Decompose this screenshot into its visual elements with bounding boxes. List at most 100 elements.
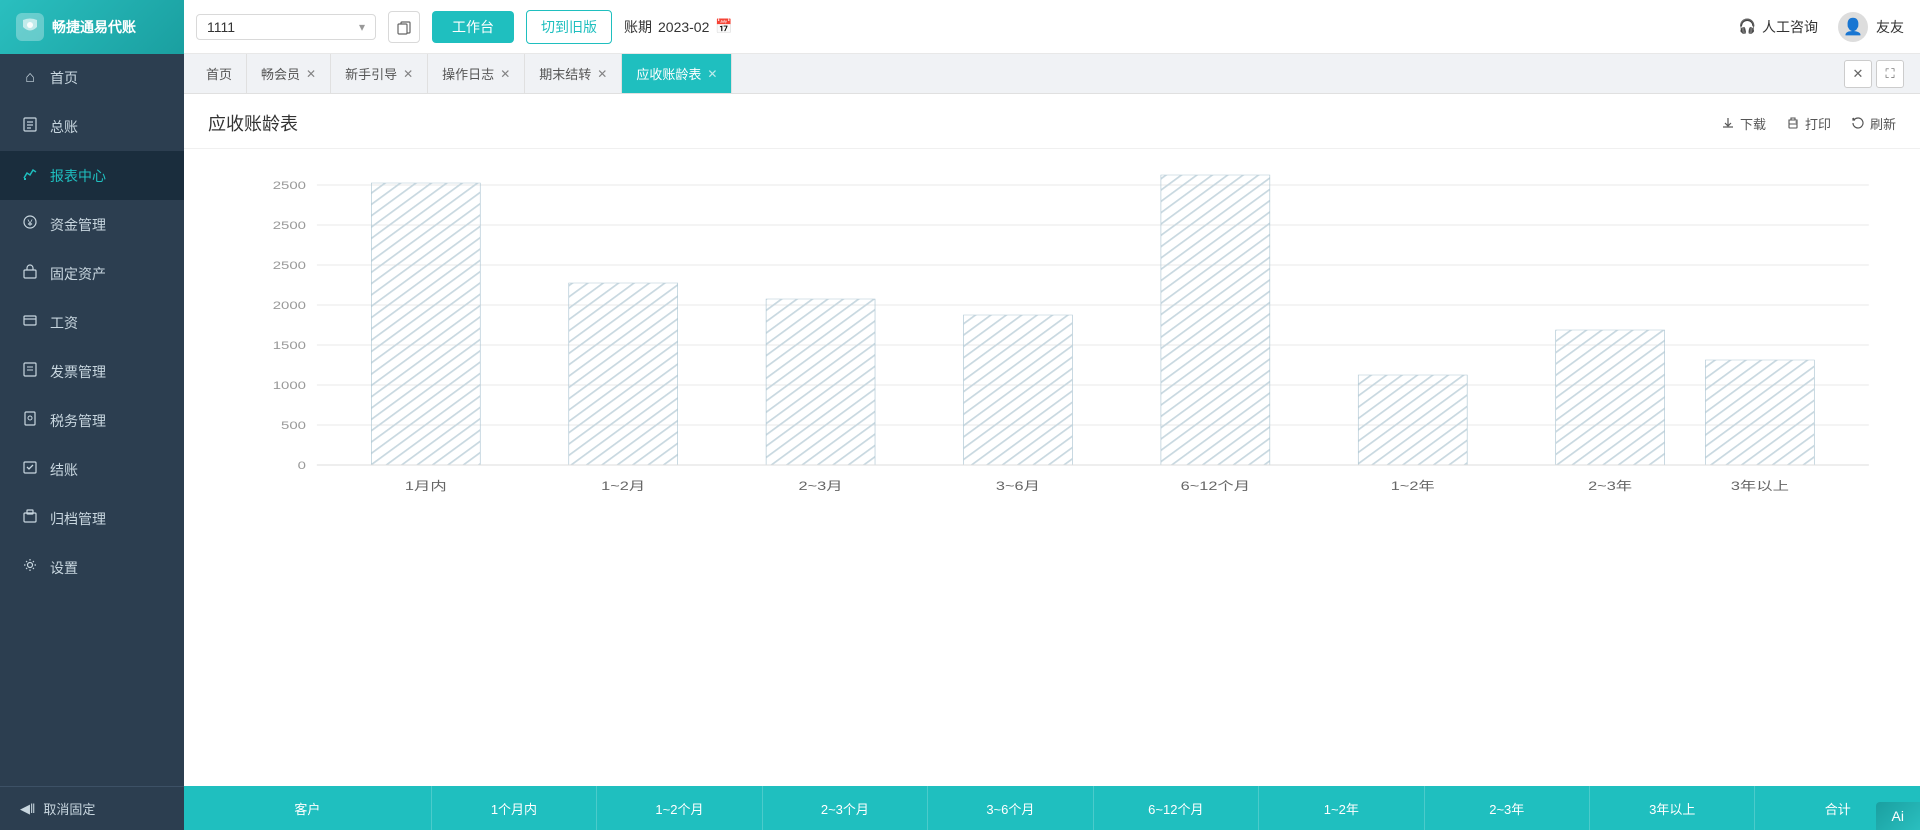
col-3-6month: 3~6个月	[928, 786, 1093, 830]
page-actions: 下载 打印	[1721, 114, 1896, 133]
svg-text:3年以上: 3年以上	[1731, 479, 1789, 493]
col-customer: 客户	[184, 786, 432, 830]
chart-area: 2500 2500 2500 2000 1500 1000 500 0	[184, 149, 1920, 786]
sidebar-item-home[interactable]: ⌂ 首页	[0, 54, 184, 102]
switch-button[interactable]: 切到旧版	[526, 10, 612, 44]
period-value: 2023-02	[658, 19, 709, 35]
sidebar-item-settings[interactable]: 设置	[0, 543, 184, 592]
sidebar-label-home: 首页	[50, 68, 78, 88]
chevron-down-icon: ▾	[359, 20, 365, 34]
svg-text:1~2月: 1~2月	[601, 480, 645, 493]
svg-text:6~12个月: 6~12个月	[1181, 479, 1250, 493]
svg-text:0: 0	[298, 459, 306, 472]
assets-icon	[20, 263, 40, 284]
download-button[interactable]: 下载	[1721, 114, 1766, 133]
top-header: 畅捷通易代账 1111 ▾ 工作台 切到旧版 账期 2023-02 📅 🎧 人工…	[0, 0, 1920, 54]
sidebar-label-checkout: 结账	[50, 460, 78, 480]
user-area[interactable]: 👤 友友	[1838, 12, 1904, 42]
page-title: 应收账龄表	[208, 110, 298, 136]
svg-text:500: 500	[281, 419, 306, 432]
settings-icon	[20, 557, 40, 578]
period-area: 账期 2023-02 📅	[624, 17, 733, 37]
sidebar-scroll: ⌂ 首页 总账	[0, 54, 184, 786]
invoice-icon	[20, 361, 40, 382]
company-name: 1111	[207, 19, 351, 35]
sidebar-item-ledger[interactable]: 总账	[0, 102, 184, 151]
calendar-icon[interactable]: 📅	[715, 18, 732, 35]
tab-guide-close[interactable]: ✕	[403, 68, 413, 80]
tab-home-label: 首页	[206, 64, 232, 83]
print-label: 打印	[1805, 114, 1831, 133]
tab-log[interactable]: 操作日志 ✕	[428, 54, 525, 93]
svg-text:¥: ¥	[26, 218, 33, 228]
col-1-2month: 1~2个月	[597, 786, 762, 830]
copy-button[interactable]	[388, 11, 420, 43]
tab-member-close[interactable]: ✕	[306, 68, 316, 80]
tab-period-end-label: 期末结转	[539, 64, 591, 83]
svg-text:1~2年: 1~2年	[1391, 479, 1435, 493]
user-name: 友友	[1876, 17, 1904, 37]
download-label: 下载	[1740, 114, 1766, 133]
svg-text:2~3月: 2~3月	[799, 480, 843, 493]
consult-area[interactable]: 🎧 人工咨询	[1739, 17, 1818, 37]
print-button[interactable]: 打印	[1786, 114, 1831, 133]
sidebar-label-funds: 资金管理	[50, 215, 106, 235]
tab-guide[interactable]: 新手引导 ✕	[331, 54, 428, 93]
sidebar-item-checkout[interactable]: 结账	[0, 445, 184, 494]
col-3year-plus: 3年以上	[1590, 786, 1755, 830]
svg-text:2500: 2500	[273, 259, 306, 272]
ledger-icon	[20, 116, 40, 137]
sidebar-collapse-button[interactable]: ◀‖ 取消固定	[0, 786, 184, 830]
archive-icon	[20, 508, 40, 529]
collapse-label: 取消固定	[43, 799, 95, 818]
page-content: 应收账龄表 下载	[184, 94, 1920, 830]
header-right: 🎧 人工咨询 👤 友友	[1739, 12, 1904, 42]
sidebar-item-funds[interactable]: ¥ 资金管理	[0, 200, 184, 249]
logo-icon	[16, 13, 44, 41]
col-1month: 1个月内	[432, 786, 597, 830]
tab-close-button[interactable]: ✕	[1844, 60, 1872, 88]
tab-actions: ✕ ⛶	[1836, 54, 1912, 93]
sidebar-item-tax[interactable]: 税务管理	[0, 396, 184, 445]
sidebar-item-archive[interactable]: 归档管理	[0, 494, 184, 543]
table-header: 客户 1个月内 1~2个月 2~3个月 3~6个月 6~12个月	[184, 786, 1920, 830]
col-2-3month: 2~3个月	[763, 786, 928, 830]
sidebar-label-invoice: 发票管理	[50, 362, 106, 382]
refresh-button[interactable]: 刷新	[1851, 114, 1896, 133]
checkout-icon	[20, 459, 40, 480]
tab-log-close[interactable]: ✕	[500, 68, 510, 80]
content-area: 首页 畅会员 ✕ 新手引导 ✕ 操作日志 ✕ 期末结转 ✕ 应收账龄表 ✕	[184, 54, 1920, 830]
collapse-icon: ◀‖	[20, 801, 35, 817]
period-label: 账期	[624, 17, 652, 37]
svg-text:2~3年: 2~3年	[1588, 479, 1632, 493]
sidebar-item-assets[interactable]: 固定资产	[0, 249, 184, 298]
tab-aging-close[interactable]: ✕	[707, 68, 717, 80]
col-2-3year: 2~3年	[1425, 786, 1590, 830]
sidebar-item-invoice[interactable]: 发票管理	[0, 347, 184, 396]
sidebar-label-assets: 固定资产	[50, 264, 106, 284]
salary-icon	[20, 312, 40, 333]
svg-text:1月内: 1月内	[405, 479, 447, 493]
sidebar-label-salary: 工资	[50, 313, 78, 333]
tab-aging[interactable]: 应收账龄表 ✕	[622, 54, 732, 93]
tax-icon	[20, 410, 40, 431]
ai-label: Ai	[1892, 808, 1904, 824]
tab-period-end[interactable]: 期末结转 ✕	[525, 54, 622, 93]
tab-home[interactable]: 首页	[192, 54, 247, 93]
ai-badge[interactable]: Ai	[1876, 802, 1920, 830]
tab-log-label: 操作日志	[442, 64, 494, 83]
tab-member[interactable]: 畅会员 ✕	[247, 54, 331, 93]
chart-container: 2500 2500 2500 2000 1500 1000 500 0	[208, 165, 1896, 525]
svg-text:2000: 2000	[273, 299, 306, 312]
sidebar-item-reports[interactable]: 报表中心	[0, 151, 184, 200]
company-selector[interactable]: 1111 ▾	[196, 14, 376, 40]
tab-period-end-close[interactable]: ✕	[597, 68, 607, 80]
sidebar: ⌂ 首页 总账	[0, 54, 184, 830]
tab-expand-button[interactable]: ⛶	[1876, 60, 1904, 88]
workbench-button[interactable]: 工作台	[432, 11, 514, 43]
sidebar-item-salary[interactable]: 工资	[0, 298, 184, 347]
tab-guide-label: 新手引导	[345, 64, 397, 83]
tab-member-label: 畅会员	[261, 64, 300, 83]
tab-aging-label: 应收账龄表	[636, 64, 701, 83]
sidebar-label-reports: 报表中心	[50, 166, 106, 186]
